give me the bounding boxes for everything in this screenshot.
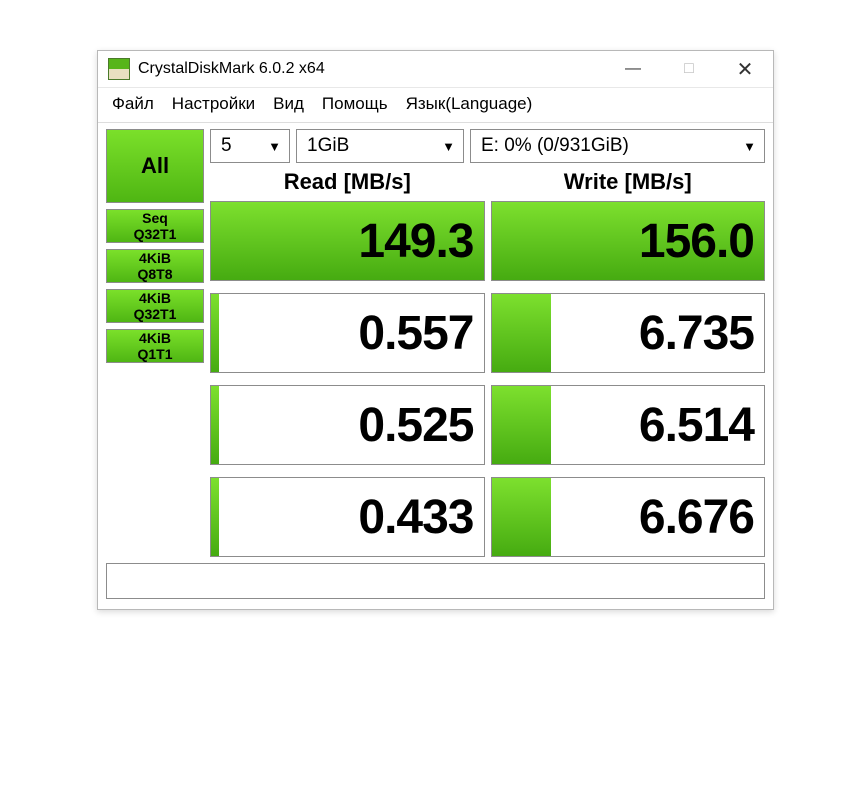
test-count-select[interactable]: 5 ▼ xyxy=(210,129,290,163)
result-value: 6.514 xyxy=(639,398,754,453)
menubar: Файл Настройки Вид Помощь Язык(Language) xyxy=(98,88,773,123)
chevron-down-icon: ▼ xyxy=(268,139,281,154)
test-size-value: 1GiB xyxy=(307,135,349,157)
result-bar xyxy=(211,386,219,464)
result-value: 6.676 xyxy=(639,490,754,545)
test-label-line2: Q32T1 xyxy=(134,306,177,322)
column-header-read: Read [MB/s] xyxy=(210,169,485,195)
menu-language[interactable]: Язык(Language) xyxy=(406,94,533,114)
result-cell-write: 156.0 xyxy=(491,201,766,281)
test-label-line1: 4KiB xyxy=(139,290,171,306)
test-label-line1: 4KiB xyxy=(139,330,171,346)
result-cell-write: 6.676 xyxy=(491,477,766,557)
app-window: CrystalDiskMark 6.0.2 x64 — □ ✕ Файл Нас… xyxy=(97,50,774,610)
menu-file[interactable]: Файл xyxy=(112,94,154,114)
titlebar: CrystalDiskMark 6.0.2 x64 — □ ✕ xyxy=(98,51,773,88)
close-button[interactable]: ✕ xyxy=(717,51,773,87)
result-bar xyxy=(211,478,219,556)
drive-value: E: 0% (0/931GiB) xyxy=(481,135,629,157)
result-cell-read: 0.525 xyxy=(210,385,485,465)
menu-view[interactable]: Вид xyxy=(273,94,304,114)
chevron-down-icon: ▼ xyxy=(743,139,756,154)
result-value: 6.735 xyxy=(639,306,754,361)
window-title: CrystalDiskMark 6.0.2 x64 xyxy=(138,60,605,78)
result-value: 156.0 xyxy=(639,214,754,269)
result-value: 0.433 xyxy=(358,490,473,545)
drive-select[interactable]: E: 0% (0/931GiB) ▼ xyxy=(470,129,765,163)
right-content-column: 5 ▼ 1GiB ▼ E: 0% (0/931GiB) ▼ Read [MB/s… xyxy=(210,129,765,557)
test-button-seq-q32t1[interactable]: Seq Q32T1 xyxy=(106,209,204,243)
test-label-line2: Q32T1 xyxy=(134,226,177,242)
result-bar xyxy=(211,294,219,372)
result-bar xyxy=(492,386,552,464)
test-label-line2: Q8T8 xyxy=(137,266,172,282)
test-count-value: 5 xyxy=(221,135,232,157)
window-controls: — □ ✕ xyxy=(605,51,773,87)
run-all-label: All xyxy=(141,153,169,179)
result-bar xyxy=(492,478,552,556)
content-area: All Seq Q32T1 4KiB Q8T8 4KiB Q32T1 4KiB … xyxy=(98,123,773,609)
left-button-column: All Seq Q32T1 4KiB Q8T8 4KiB Q32T1 4KiB … xyxy=(106,129,204,557)
menu-help[interactable]: Помощь xyxy=(322,94,388,114)
result-value: 149.3 xyxy=(358,214,473,269)
result-value: 0.525 xyxy=(358,398,473,453)
test-button-4kib-q1t1[interactable]: 4KiB Q1T1 xyxy=(106,329,204,363)
test-label-line1: Seq xyxy=(142,210,168,226)
column-header-write: Write [MB/s] xyxy=(491,169,766,195)
result-cell-write: 6.514 xyxy=(491,385,766,465)
result-cell-write: 6.735 xyxy=(491,293,766,373)
test-label-line2: Q1T1 xyxy=(137,346,172,362)
status-bar xyxy=(106,563,765,599)
result-value: 0.557 xyxy=(358,306,473,361)
result-bar xyxy=(492,294,552,372)
result-cell-read: 0.433 xyxy=(210,477,485,557)
menu-settings[interactable]: Настройки xyxy=(172,94,255,114)
chevron-down-icon: ▼ xyxy=(442,139,455,154)
app-icon xyxy=(108,58,130,80)
minimize-button[interactable]: — xyxy=(605,51,661,87)
test-button-4kib-q8t8[interactable]: 4KiB Q8T8 xyxy=(106,249,204,283)
result-cell-read: 0.557 xyxy=(210,293,485,373)
test-label-line1: 4KiB xyxy=(139,250,171,266)
run-all-button[interactable]: All xyxy=(106,129,204,203)
test-size-select[interactable]: 1GiB ▼ xyxy=(296,129,464,163)
result-cell-read: 149.3 xyxy=(210,201,485,281)
test-button-4kib-q32t1[interactable]: 4KiB Q32T1 xyxy=(106,289,204,323)
maximize-button[interactable]: □ xyxy=(661,51,717,87)
